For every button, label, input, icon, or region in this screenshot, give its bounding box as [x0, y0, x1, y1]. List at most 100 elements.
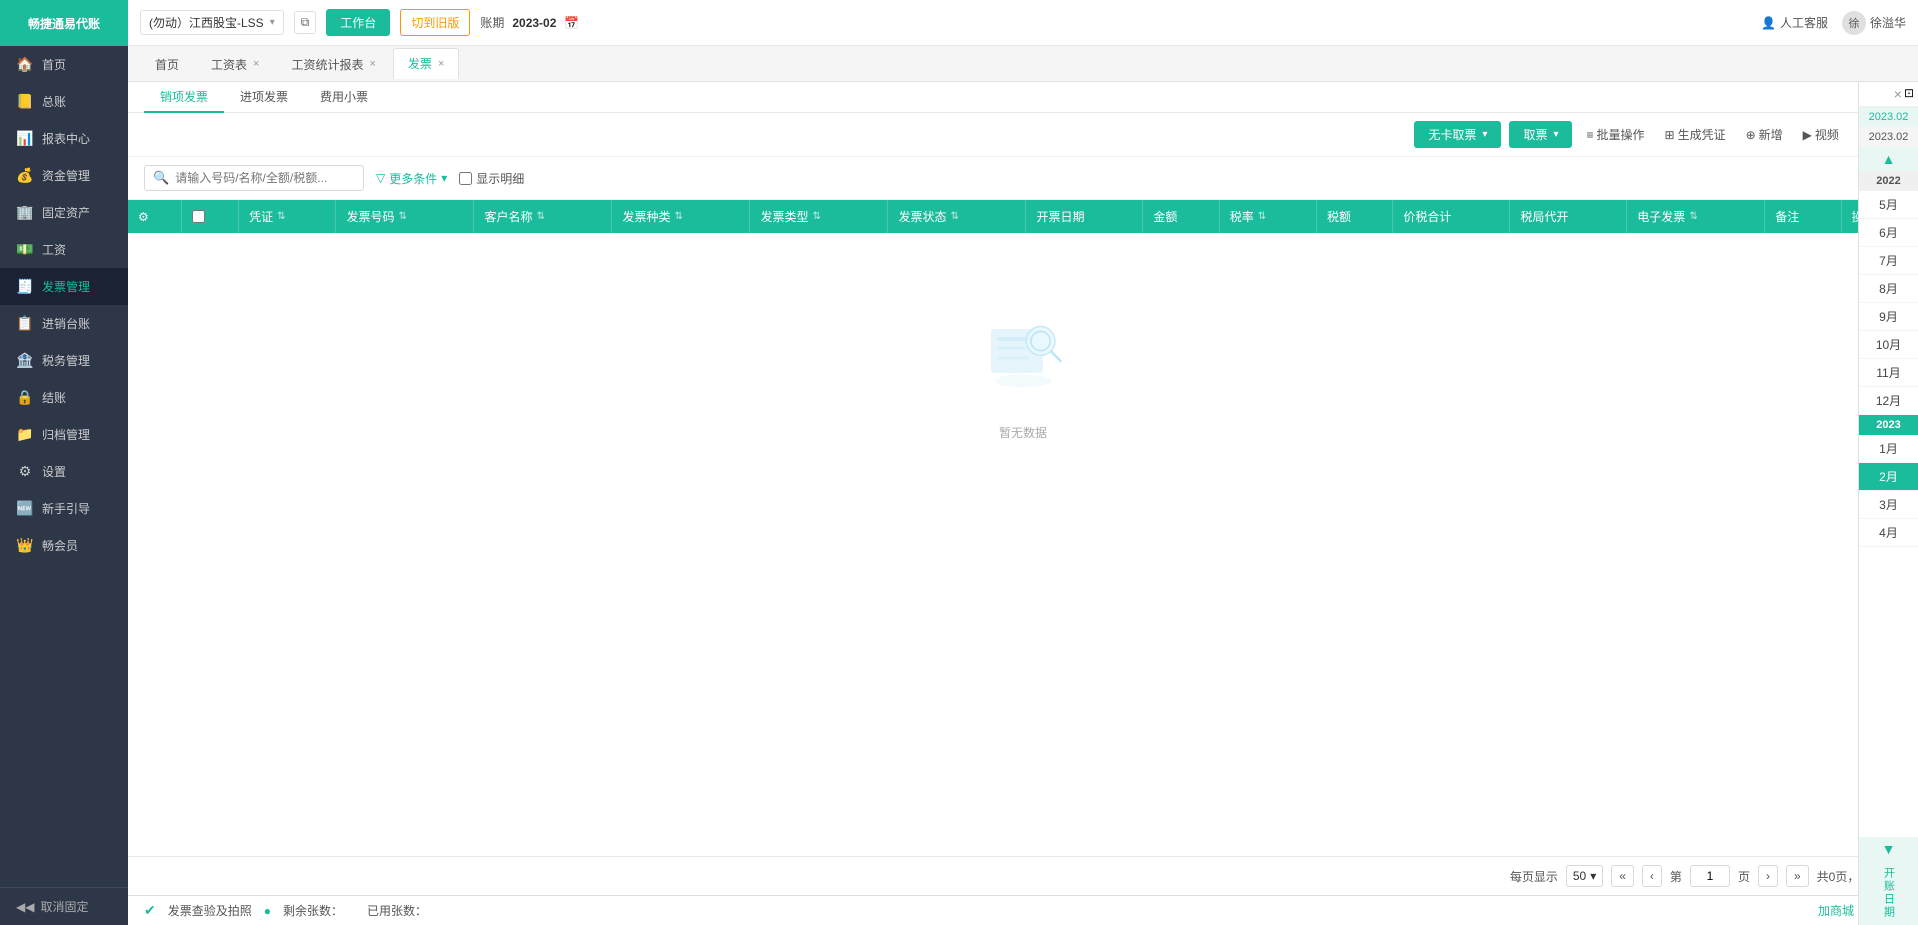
sidebar-item-invoice[interactable]: 🧾 发票管理: [0, 268, 128, 305]
detail-checkbox[interactable]: [459, 172, 472, 185]
batch-ops-button[interactable]: ≡ 批量操作: [1580, 121, 1650, 148]
cal-date-2[interactable]: 2023.02: [1859, 127, 1918, 147]
sidebar-collapse[interactable]: ◀◀ 取消固定: [0, 887, 128, 925]
cal-month-5[interactable]: 5月: [1859, 191, 1918, 219]
cal-month-8[interactable]: 8月: [1859, 275, 1918, 303]
cal-month-11[interactable]: 11月: [1859, 359, 1918, 387]
join-mall-link[interactable]: 加商城: [1818, 902, 1854, 919]
period-icon: 📅: [564, 16, 579, 30]
tab-close-icon[interactable]: ×: [438, 58, 444, 70]
sidebar: 畅捷通易代账 🏠 首页 📒 总账 📊 报表中心 💰 资金管理 🏢 固定资产 💵 …: [0, 0, 128, 925]
col-tax-rate[interactable]: 税率⇅: [1219, 200, 1316, 233]
col-setting[interactable]: ⚙: [128, 200, 181, 233]
table-wrap: ⚙ 凭证⇅ 发票号码⇅ 客户名称⇅ 发票种类⇅ 发票类型⇅ 发票状态⇅ 开票日期…: [128, 200, 1918, 856]
tab-salary[interactable]: 工资表 ×: [196, 49, 274, 79]
cal-date-1[interactable]: 2023.02: [1859, 107, 1918, 127]
take-invoice-button[interactable]: 取票: [1509, 121, 1572, 148]
col-voucher[interactable]: 凭证⇅: [239, 200, 336, 233]
cal-month-2023-4[interactable]: 4月: [1859, 519, 1918, 547]
sidebar-item-ledger[interactable]: 📒 总账: [0, 83, 128, 120]
page-suffix: 页: [1738, 868, 1750, 885]
sidebar-item-label: 固定资产: [42, 204, 90, 221]
home-icon: 🏠: [16, 56, 34, 73]
sales-ledger-icon: 📋: [16, 315, 34, 332]
sidebar-item-member[interactable]: 👑 畅会员: [0, 527, 128, 564]
search-input-wrap[interactable]: 🔍: [144, 165, 364, 191]
batch-icon: ≡: [1586, 128, 1593, 142]
sub-tab-sales[interactable]: 销项发票: [144, 82, 224, 113]
cal-scroll-down-button[interactable]: ▼: [1859, 837, 1918, 861]
cal-month-12[interactable]: 12月: [1859, 387, 1918, 415]
sub-tab-expense[interactable]: 费用小票: [304, 82, 384, 113]
cal-scroll-up-button[interactable]: ▲: [1859, 147, 1918, 171]
customer-service[interactable]: 👤 人工客服: [1761, 14, 1828, 31]
sidebar-item-label: 资金管理: [42, 167, 90, 184]
switch-version-button[interactable]: 切到旧版: [400, 9, 470, 36]
tabs-bar: 首页 工资表 × 工资统计报表 × 发票 ×: [128, 46, 1918, 82]
cal-month-2023-2[interactable]: 2月: [1859, 463, 1918, 491]
cal-month-9[interactable]: 9月: [1859, 303, 1918, 331]
tab-salary-stats[interactable]: 工资统计报表 ×: [276, 49, 390, 79]
user-profile[interactable]: 徐 徐溢华: [1842, 11, 1906, 35]
sidebar-item-finance[interactable]: 💰 资金管理: [0, 157, 128, 194]
col-customer-name[interactable]: 客户名称⇅: [474, 200, 612, 233]
video-button[interactable]: ▶ 视频: [1797, 121, 1845, 148]
sidebar-item-home[interactable]: 🏠 首页: [0, 46, 128, 83]
sidebar-item-closing[interactable]: 🔒 结账: [0, 379, 128, 416]
sidebar-item-guide[interactable]: 🆕 新手引导: [0, 490, 128, 527]
sub-tab-purchase[interactable]: 进项发票: [224, 82, 304, 113]
cal-month-2023-1[interactable]: 1月: [1859, 435, 1918, 463]
col-e-invoice[interactable]: 电子发票⇅: [1627, 200, 1765, 233]
sidebar-item-archive[interactable]: 📁 归档管理: [0, 416, 128, 453]
cal-month-7[interactable]: 7月: [1859, 247, 1918, 275]
invoice-table: ⚙ 凭证⇅ 发票号码⇅ 客户名称⇅ 发票种类⇅ 发票类型⇅ 发票状态⇅ 开票日期…: [128, 200, 1918, 233]
sidebar-item-reports[interactable]: 📊 报表中心: [0, 120, 128, 157]
select-all-checkbox[interactable]: [192, 210, 205, 223]
tab-close-icon[interactable]: ×: [369, 58, 375, 70]
tab-home[interactable]: 首页: [140, 49, 194, 79]
tab-invoice[interactable]: 发票 ×: [393, 48, 459, 79]
col-checkbox[interactable]: [181, 200, 239, 233]
topbar: (勿动）江西股宝-LSS ▾ ⧉ 工作台 切到旧版 账期 2023-02 📅 👤…: [128, 0, 1918, 46]
page-input[interactable]: [1690, 865, 1730, 887]
generate-cert-button[interactable]: ⊞ 生成凭证: [1659, 121, 1732, 148]
col-invoice-category[interactable]: 发票类型⇅: [750, 200, 888, 233]
collapse-label: 取消固定: [40, 898, 88, 915]
no-invoice-button[interactable]: 无卡取票: [1414, 121, 1501, 148]
tab-close-icon[interactable]: ×: [253, 58, 259, 70]
workspace-button[interactable]: 工作台: [326, 9, 390, 36]
cal-month-2023-3[interactable]: 3月: [1859, 491, 1918, 519]
filter-button[interactable]: ▽ 更多条件 ▾: [376, 170, 447, 187]
ledger-icon: 📒: [16, 93, 34, 110]
expand-icon[interactable]: ⊡: [1904, 86, 1914, 102]
last-page-button[interactable]: »: [1786, 865, 1809, 887]
used-label: 已用张数：: [367, 902, 427, 919]
prev-page-button[interactable]: ‹: [1642, 865, 1662, 887]
sort-icon: ⇅: [536, 211, 544, 222]
cal-month-6[interactable]: 6月: [1859, 219, 1918, 247]
sidebar-item-sales-ledger[interactable]: 📋 进销台账: [0, 305, 128, 342]
avatar: 徐: [1842, 11, 1866, 35]
col-invoice-status[interactable]: 发票状态⇅: [888, 200, 1026, 233]
cal-dates: 2022 5月 6月 7月 8月 9月 10月 11月 12月 2023 1月 …: [1859, 171, 1918, 837]
per-page-select[interactable]: 50 ▾: [1566, 865, 1603, 887]
company-selector[interactable]: (勿动）江西股宝-LSS ▾: [140, 10, 284, 35]
sidebar-item-settings[interactable]: ⚙ 设置: [0, 453, 128, 490]
cal-expand-btn[interactable]: 开账日期: [1859, 861, 1918, 925]
search-input[interactable]: [175, 171, 355, 185]
new-button[interactable]: ⊕ 新增: [1740, 121, 1789, 148]
display-detail-checkbox[interactable]: 显示明细: [459, 170, 524, 187]
copy-button[interactable]: ⧉: [294, 11, 317, 34]
cal-month-10[interactable]: 10月: [1859, 331, 1918, 359]
sidebar-item-assets[interactable]: 🏢 固定资产: [0, 194, 128, 231]
calendar-close-button[interactable]: ×: [1894, 86, 1902, 102]
sidebar-item-label: 设置: [42, 463, 66, 480]
col-invoice-type[interactable]: 发票种类⇅: [612, 200, 750, 233]
tab-label: 首页: [155, 56, 179, 73]
sidebar-item-salary[interactable]: 💵 工资: [0, 231, 128, 268]
next-page-button[interactable]: ›: [1758, 865, 1778, 887]
company-arrow: ▾: [270, 17, 275, 28]
col-invoice-no[interactable]: 发票号码⇅: [336, 200, 474, 233]
sidebar-item-tax[interactable]: 🏦 税务管理: [0, 342, 128, 379]
first-page-button[interactable]: «: [1611, 865, 1634, 887]
